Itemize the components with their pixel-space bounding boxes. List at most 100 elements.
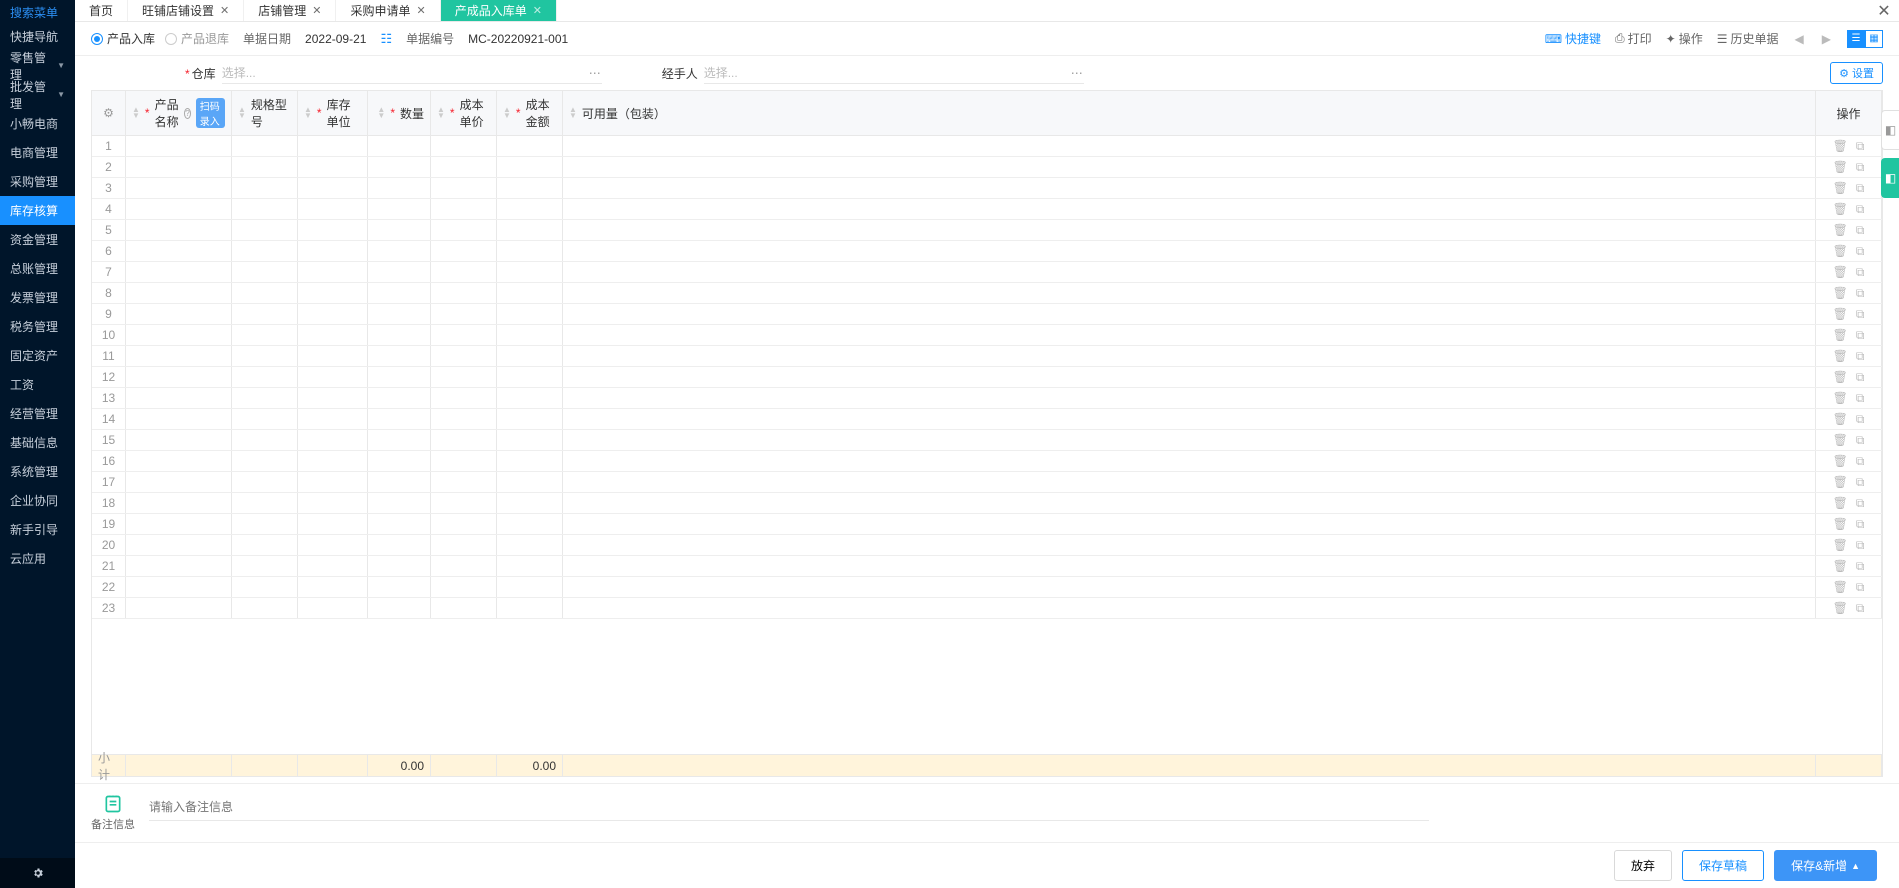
cell-name[interactable] xyxy=(126,493,232,513)
cell-name[interactable] xyxy=(126,598,232,618)
history-link[interactable]: ☰历史单据 xyxy=(1717,30,1779,47)
cell-qty[interactable] xyxy=(368,514,431,534)
sidebar-item[interactable]: 小畅电商 xyxy=(0,109,75,138)
tab[interactable]: 店铺管理✕ xyxy=(244,0,336,21)
cell-available[interactable] xyxy=(563,178,1816,198)
cell-price[interactable] xyxy=(431,556,497,576)
delete-icon[interactable]: 🗑 xyxy=(1833,580,1848,594)
save-draft-button[interactable]: 保存草稿 xyxy=(1682,850,1764,881)
col-product-name[interactable]: ▲▼*产品名称?扫码录入 xyxy=(126,91,232,135)
cell-price[interactable] xyxy=(431,220,497,240)
cell-name[interactable] xyxy=(126,556,232,576)
cell-amount[interactable] xyxy=(497,136,563,156)
delete-icon[interactable]: 🗑 xyxy=(1833,601,1848,615)
copy-icon[interactable]: ⧉ xyxy=(1856,244,1865,259)
cell-price[interactable] xyxy=(431,409,497,429)
sidebar-item[interactable]: 工资 xyxy=(0,370,75,399)
close-icon[interactable]: ✕ xyxy=(533,4,542,17)
cell-unit[interactable] xyxy=(298,283,368,303)
cell-available[interactable] xyxy=(563,451,1816,471)
table-row[interactable]: 4🗑⧉ xyxy=(92,199,1882,220)
handler-select[interactable]: 选择...⋯ xyxy=(704,62,1084,84)
cell-available[interactable] xyxy=(563,556,1816,576)
table-row[interactable]: 8🗑⧉ xyxy=(92,283,1882,304)
cell-price[interactable] xyxy=(431,535,497,555)
cell-name[interactable] xyxy=(126,472,232,492)
table-row[interactable]: 6🗑⧉ xyxy=(92,241,1882,262)
col-spec[interactable]: ▲▼规格型号 xyxy=(232,91,298,135)
cell-available[interactable] xyxy=(563,304,1816,324)
close-icon[interactable]: ✕ xyxy=(417,4,426,17)
copy-icon[interactable]: ⧉ xyxy=(1856,202,1865,217)
delete-icon[interactable]: 🗑 xyxy=(1833,475,1848,489)
table-row[interactable]: 22🗑⧉ xyxy=(92,577,1882,598)
delete-icon[interactable]: 🗑 xyxy=(1833,265,1848,279)
cell-spec[interactable] xyxy=(232,283,298,303)
cell-unit[interactable] xyxy=(298,241,368,261)
cell-spec[interactable] xyxy=(232,199,298,219)
delete-icon[interactable]: 🗑 xyxy=(1833,202,1848,216)
cell-spec[interactable] xyxy=(232,514,298,534)
view-list[interactable]: ☰ xyxy=(1847,30,1865,48)
discard-button[interactable]: 放弃 xyxy=(1614,850,1672,881)
radio-product-return[interactable]: 产品退库 xyxy=(165,30,229,47)
remark-input[interactable] xyxy=(149,794,1429,821)
cell-amount[interactable] xyxy=(497,493,563,513)
cell-price[interactable] xyxy=(431,178,497,198)
copy-icon[interactable]: ⧉ xyxy=(1856,580,1865,595)
sidebar-item[interactable]: 库存核算 xyxy=(0,196,75,225)
cell-name[interactable] xyxy=(126,136,232,156)
cell-name[interactable] xyxy=(126,451,232,471)
cell-name[interactable] xyxy=(126,157,232,177)
ellipsis-icon[interactable]: ⋯ xyxy=(1071,66,1084,80)
cell-spec[interactable] xyxy=(232,388,298,408)
copy-icon[interactable]: ⧉ xyxy=(1856,223,1865,238)
cell-price[interactable] xyxy=(431,493,497,513)
window-close[interactable]: ✕ xyxy=(1869,0,1899,21)
cell-available[interactable] xyxy=(563,325,1816,345)
table-row[interactable]: 16🗑⧉ xyxy=(92,451,1882,472)
cell-qty[interactable] xyxy=(368,451,431,471)
table-row[interactable]: 23🗑⧉ xyxy=(92,598,1882,619)
sidebar-item[interactable]: 快捷导航 xyxy=(0,22,75,51)
cell-available[interactable] xyxy=(563,388,1816,408)
delete-icon[interactable]: 🗑 xyxy=(1833,538,1848,552)
delete-icon[interactable]: 🗑 xyxy=(1833,559,1848,573)
cell-amount[interactable] xyxy=(497,556,563,576)
copy-icon[interactable]: ⧉ xyxy=(1856,328,1865,343)
cell-spec[interactable] xyxy=(232,325,298,345)
cell-name[interactable] xyxy=(126,178,232,198)
sidebar-item[interactable]: 采购管理 xyxy=(0,167,75,196)
cell-name[interactable] xyxy=(126,262,232,282)
table-row[interactable]: 20🗑⧉ xyxy=(92,535,1882,556)
cell-qty[interactable] xyxy=(368,409,431,429)
cell-name[interactable] xyxy=(126,304,232,324)
cell-spec[interactable] xyxy=(232,409,298,429)
copy-icon[interactable]: ⧉ xyxy=(1856,433,1865,448)
cell-qty[interactable] xyxy=(368,283,431,303)
cell-price[interactable] xyxy=(431,136,497,156)
table-row[interactable]: 5🗑⧉ xyxy=(92,220,1882,241)
cell-unit[interactable] xyxy=(298,178,368,198)
cell-qty[interactable] xyxy=(368,199,431,219)
table-row[interactable]: 10🗑⧉ xyxy=(92,325,1882,346)
cell-name[interactable] xyxy=(126,367,232,387)
cell-name[interactable] xyxy=(126,409,232,429)
col-price[interactable]: ▲▼*成本单价 xyxy=(431,91,497,135)
table-row[interactable]: 14🗑⧉ xyxy=(92,409,1882,430)
history-next[interactable]: ▶ xyxy=(1820,32,1833,46)
cell-qty[interactable] xyxy=(368,346,431,366)
cell-amount[interactable] xyxy=(497,346,563,366)
cell-name[interactable] xyxy=(126,577,232,597)
save-and-new-button[interactable]: 保存&新增▲ xyxy=(1774,850,1877,881)
copy-icon[interactable]: ⧉ xyxy=(1856,454,1865,469)
cell-qty[interactable] xyxy=(368,388,431,408)
cell-qty[interactable] xyxy=(368,241,431,261)
cell-spec[interactable] xyxy=(232,157,298,177)
cell-spec[interactable] xyxy=(232,535,298,555)
cell-price[interactable] xyxy=(431,157,497,177)
delete-icon[interactable]: 🗑 xyxy=(1833,286,1848,300)
cell-price[interactable] xyxy=(431,577,497,597)
cell-amount[interactable] xyxy=(497,367,563,387)
cell-spec[interactable] xyxy=(232,493,298,513)
